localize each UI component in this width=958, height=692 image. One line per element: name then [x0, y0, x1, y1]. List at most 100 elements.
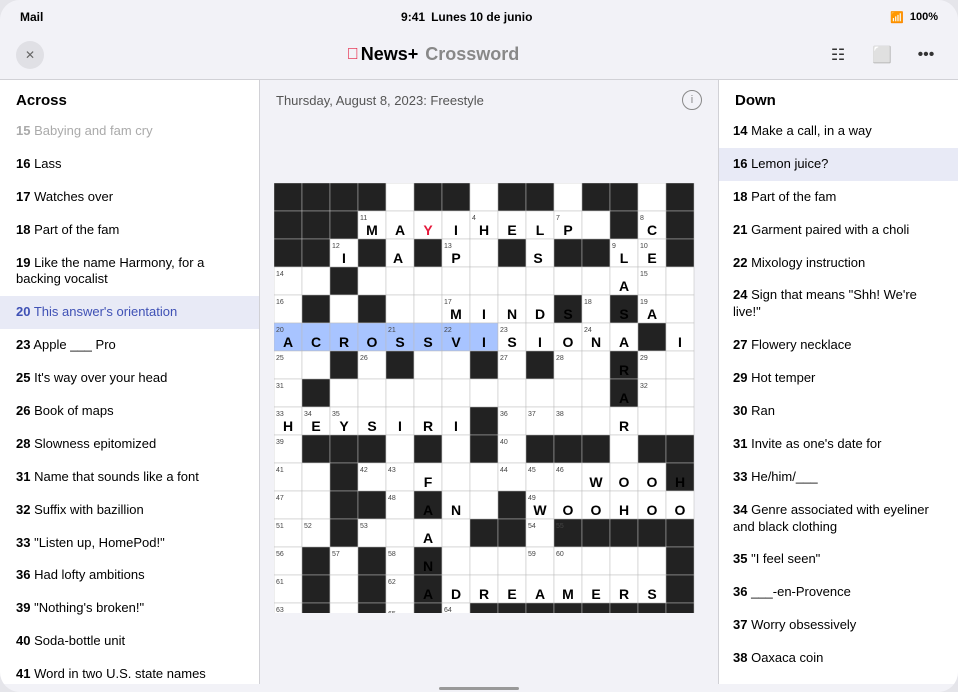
- svg-text:A: A: [393, 250, 403, 266]
- clue-down-38[interactable]: 38 Oaxaca coin: [719, 642, 958, 675]
- mail-label: Mail: [20, 10, 43, 24]
- svg-text:I: I: [482, 306, 486, 322]
- svg-text:F: F: [424, 474, 433, 490]
- fullscreen-button[interactable]: ⬜: [866, 39, 898, 71]
- svg-text:A: A: [395, 222, 405, 238]
- svg-text:11: 11: [360, 215, 367, 222]
- svg-text:49: 49: [528, 495, 536, 502]
- clue-across-41[interactable]: 41 Word in two U.S. state names: [0, 658, 259, 684]
- wifi-icon: 📶: [890, 11, 904, 24]
- svg-text:36: 36: [500, 411, 508, 418]
- clue-down-37[interactable]: 37 Worry obsessively: [719, 609, 958, 642]
- clue-down-34[interactable]: 34 Genre associated with eyeliner and bl…: [719, 494, 958, 544]
- svg-text:L: L: [536, 222, 545, 238]
- status-time: 9:41: [401, 10, 425, 24]
- svg-text:16: 16: [276, 299, 284, 306]
- clue-down-30[interactable]: 30 Ran: [719, 395, 958, 428]
- clue-down-35[interactable]: 35 "I feel seen": [719, 543, 958, 576]
- clue-down-33[interactable]: 33 He/him/___: [719, 461, 958, 494]
- svg-text:58: 58: [388, 551, 396, 558]
- clue-down-18[interactable]: 18 Part of the fam: [719, 181, 958, 214]
- svg-text:18: 18: [584, 299, 592, 306]
- close-icon: ✕: [25, 48, 35, 62]
- clue-across-40[interactable]: 40 Soda-bottle unit: [0, 625, 259, 658]
- clue-across-33[interactable]: 33 "Listen up, HomePod!": [0, 527, 259, 560]
- svg-text:M: M: [366, 222, 378, 238]
- clue-across-19[interactable]: 19 Like the name Harmony, for a backing …: [0, 247, 259, 297]
- svg-text:A: A: [535, 586, 545, 602]
- clue-across-28[interactable]: 28 Slowness epitomized: [0, 428, 259, 461]
- fullscreen-icon: ⬜: [872, 45, 892, 65]
- clue-across-16[interactable]: 16 Lass: [0, 148, 259, 181]
- svg-text:O: O: [563, 502, 574, 518]
- svg-text:A: A: [647, 306, 657, 322]
- clue-down-29[interactable]: 29 Hot temper: [719, 362, 958, 395]
- svg-text:R: R: [479, 586, 489, 602]
- crossword-svg[interactable]: .gc { stroke: #bbb; stroke-width: 0.5; }…: [274, 183, 704, 613]
- svg-text:P: P: [563, 222, 572, 238]
- clue-across-36[interactable]: 36 Had lofty ambitions: [0, 559, 259, 592]
- nav-right: ☷ ⬜ •••: [822, 39, 942, 71]
- svg-text:I: I: [398, 418, 402, 434]
- svg-text:I: I: [482, 334, 486, 350]
- svg-text:C: C: [647, 222, 657, 238]
- clue-down-21[interactable]: 21 Garment paired with a choli: [719, 214, 958, 247]
- clue-across-26[interactable]: 26 Book of maps: [0, 395, 259, 428]
- clue-down-22[interactable]: 22 Mixology instruction: [719, 247, 958, 280]
- main-content: Across 15 Babying and fam cry 16 Lass 17…: [0, 80, 958, 684]
- status-right: 📶 100%: [890, 11, 938, 24]
- clue-down-36[interactable]: 36 ___-en-Provence: [719, 576, 958, 609]
- down-panel: Down 14 Make a call, in a way 16 Lemon j…: [718, 80, 958, 684]
- svg-text:P: P: [451, 250, 460, 266]
- svg-text:O: O: [367, 334, 378, 350]
- list-icon: ☷: [831, 45, 845, 65]
- clue-across-18[interactable]: 18 Part of the fam: [0, 214, 259, 247]
- svg-text:8: 8: [640, 215, 644, 222]
- clue-down-14[interactable]: 14 Make a call, in a way: [719, 115, 958, 148]
- svg-text:53: 53: [360, 523, 368, 530]
- svg-text:A: A: [423, 586, 433, 602]
- svg-text:A: A: [423, 502, 433, 518]
- nav-bar: ✕  News+ Crossword ☷ ⬜ •••: [0, 30, 958, 80]
- clue-down-24[interactable]: 24 Sign that means "Shh! We're live!": [719, 279, 958, 329]
- svg-text:14: 14: [276, 271, 284, 278]
- svg-text:47: 47: [276, 495, 284, 502]
- svg-text:7: 7: [556, 215, 560, 222]
- svg-text:40: 40: [500, 439, 508, 446]
- clue-down-31[interactable]: 31 Invite as one's date for: [719, 428, 958, 461]
- svg-text:54: 54: [528, 523, 536, 530]
- svg-text:27: 27: [500, 355, 508, 362]
- svg-text:R: R: [339, 334, 349, 350]
- svg-text:43: 43: [388, 467, 396, 474]
- clue-across-prev[interactable]: 15 Babying and fam cry: [0, 115, 259, 148]
- clue-across-17[interactable]: 17 Watches over: [0, 181, 259, 214]
- svg-text:22: 22: [444, 327, 452, 334]
- clue-across-23[interactable]: 23 Apple ___ Pro: [0, 329, 259, 362]
- clue-across-25[interactable]: 25 It's way over your head: [0, 362, 259, 395]
- close-button[interactable]: ✕: [16, 41, 44, 69]
- clue-across-31[interactable]: 31 Name that sounds like a font: [0, 461, 259, 494]
- svg-text:33: 33: [276, 411, 284, 418]
- more-button[interactable]: •••: [910, 39, 942, 71]
- svg-text:20: 20: [276, 327, 284, 334]
- svg-text:I: I: [454, 222, 458, 238]
- across-panel: Across 15 Babying and fam cry 16 Lass 17…: [0, 80, 260, 684]
- center-panel: Thursday, August 8, 2023: Freestyle i .g…: [260, 80, 718, 684]
- clue-down-27[interactable]: 27 Flowery necklace: [719, 329, 958, 362]
- clue-across-39[interactable]: 39 "Nothing's broken!": [0, 592, 259, 625]
- nav-title:  News+ Crossword: [347, 44, 520, 65]
- svg-text:E: E: [507, 586, 516, 602]
- clue-down-16[interactable]: 16 Lemon juice?: [719, 148, 958, 181]
- svg-text:L: L: [620, 250, 629, 266]
- svg-text:W: W: [533, 502, 547, 518]
- clue-across-32[interactable]: 32 Suffix with bazillion: [0, 494, 259, 527]
- clue-across-20[interactable]: 20 This answer's orientation: [0, 296, 259, 329]
- info-icon[interactable]: i: [682, 90, 702, 110]
- svg-text:29: 29: [640, 355, 648, 362]
- svg-text:R: R: [423, 418, 433, 434]
- svg-text:E: E: [591, 586, 600, 602]
- svg-text:52: 52: [304, 523, 312, 530]
- svg-text:28: 28: [556, 355, 564, 362]
- svg-text:O: O: [591, 502, 602, 518]
- list-view-button[interactable]: ☷: [822, 39, 854, 71]
